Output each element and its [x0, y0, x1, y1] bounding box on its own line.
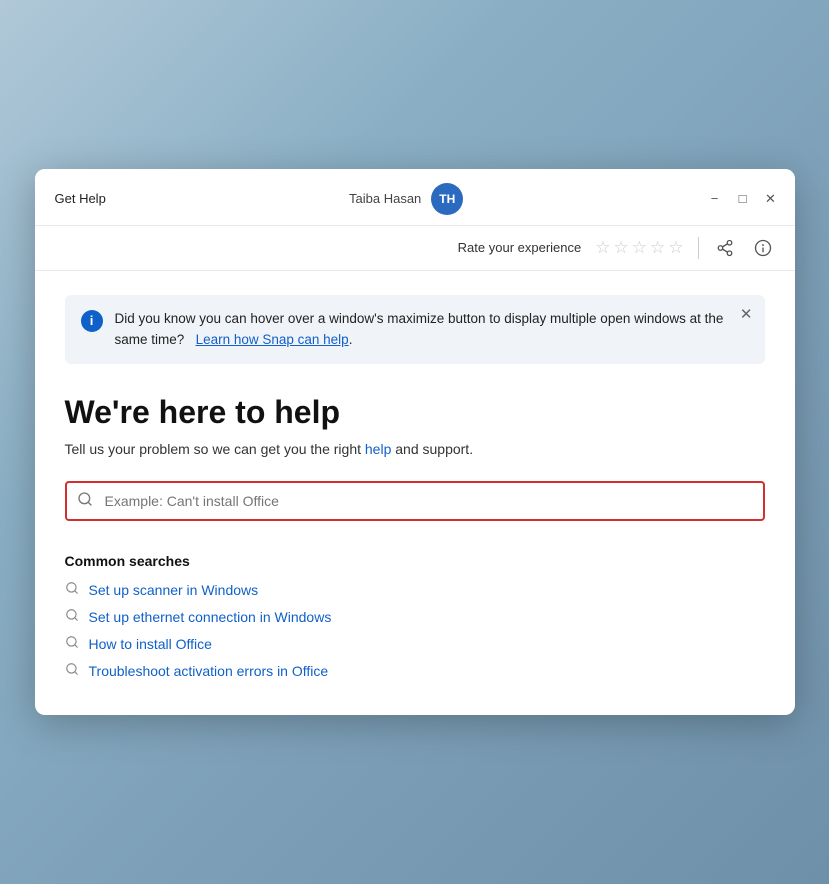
star-2[interactable]: ☆ [614, 238, 629, 258]
search-item-label: Set up scanner in Windows [89, 582, 259, 598]
list-item[interactable]: Set up scanner in Windows [65, 581, 765, 598]
banner-close-button[interactable]: ✕ [740, 305, 753, 323]
share-icon[interactable] [713, 236, 737, 260]
user-area: Taiba Hasan TH [349, 183, 463, 215]
title-bar: Get Help Taiba Hasan TH − □ ✕ [35, 169, 795, 226]
star-5[interactable]: ☆ [668, 238, 683, 258]
search-item-label: Troubleshoot activation errors in Office [89, 663, 329, 679]
close-button[interactable]: ✕ [763, 191, 779, 207]
search-item-label: Set up ethernet connection in Windows [89, 609, 332, 625]
list-item[interactable]: Troubleshoot activation errors in Office [65, 662, 765, 679]
snap-help-link[interactable]: Learn how Snap can help [196, 332, 349, 347]
list-item[interactable]: Set up ethernet connection in Windows [65, 608, 765, 625]
list-item[interactable]: How to install Office [65, 635, 765, 652]
main-content: i Did you know you can hover over a wind… [35, 271, 795, 716]
common-searches-label: Common searches [65, 553, 765, 569]
rate-label: Rate your experience [458, 240, 582, 255]
sub-heading: Tell us your problem so we can get you t… [65, 441, 765, 457]
info-icon[interactable] [751, 236, 775, 260]
star-3[interactable]: ☆ [632, 238, 647, 258]
search-item-label: How to install Office [89, 636, 212, 652]
app-title: Get Help [55, 191, 106, 206]
main-heading: We're here to help [65, 394, 765, 431]
app-window: Get Help Taiba Hasan TH − □ ✕ Rate your … [35, 169, 795, 716]
search-input[interactable] [65, 481, 765, 521]
username-label: Taiba Hasan [349, 191, 421, 206]
divider [698, 237, 699, 259]
banner-info-icon: i [81, 310, 103, 332]
search-item-icon [65, 635, 79, 652]
star-rating[interactable]: ☆ ☆ ☆ ☆ ☆ [595, 238, 683, 258]
search-item-icon [65, 581, 79, 598]
minimize-button[interactable]: − [707, 191, 723, 207]
banner-text: Did you know you can hover over a window… [115, 309, 749, 351]
common-searches-list: Set up scanner in Windows Set up etherne… [65, 581, 765, 679]
common-searches-section: Common searches Set up scanner in Window… [65, 553, 765, 679]
star-1[interactable]: ☆ [595, 238, 610, 258]
avatar: TH [431, 183, 463, 215]
info-banner: i Did you know you can hover over a wind… [65, 295, 765, 365]
top-bar: Rate your experience ☆ ☆ ☆ ☆ ☆ [35, 226, 795, 271]
star-4[interactable]: ☆ [650, 238, 665, 258]
search-container [65, 481, 765, 521]
search-item-icon [65, 608, 79, 625]
window-controls: − □ ✕ [707, 191, 779, 207]
maximize-button[interactable]: □ [735, 191, 751, 207]
search-item-icon [65, 662, 79, 679]
